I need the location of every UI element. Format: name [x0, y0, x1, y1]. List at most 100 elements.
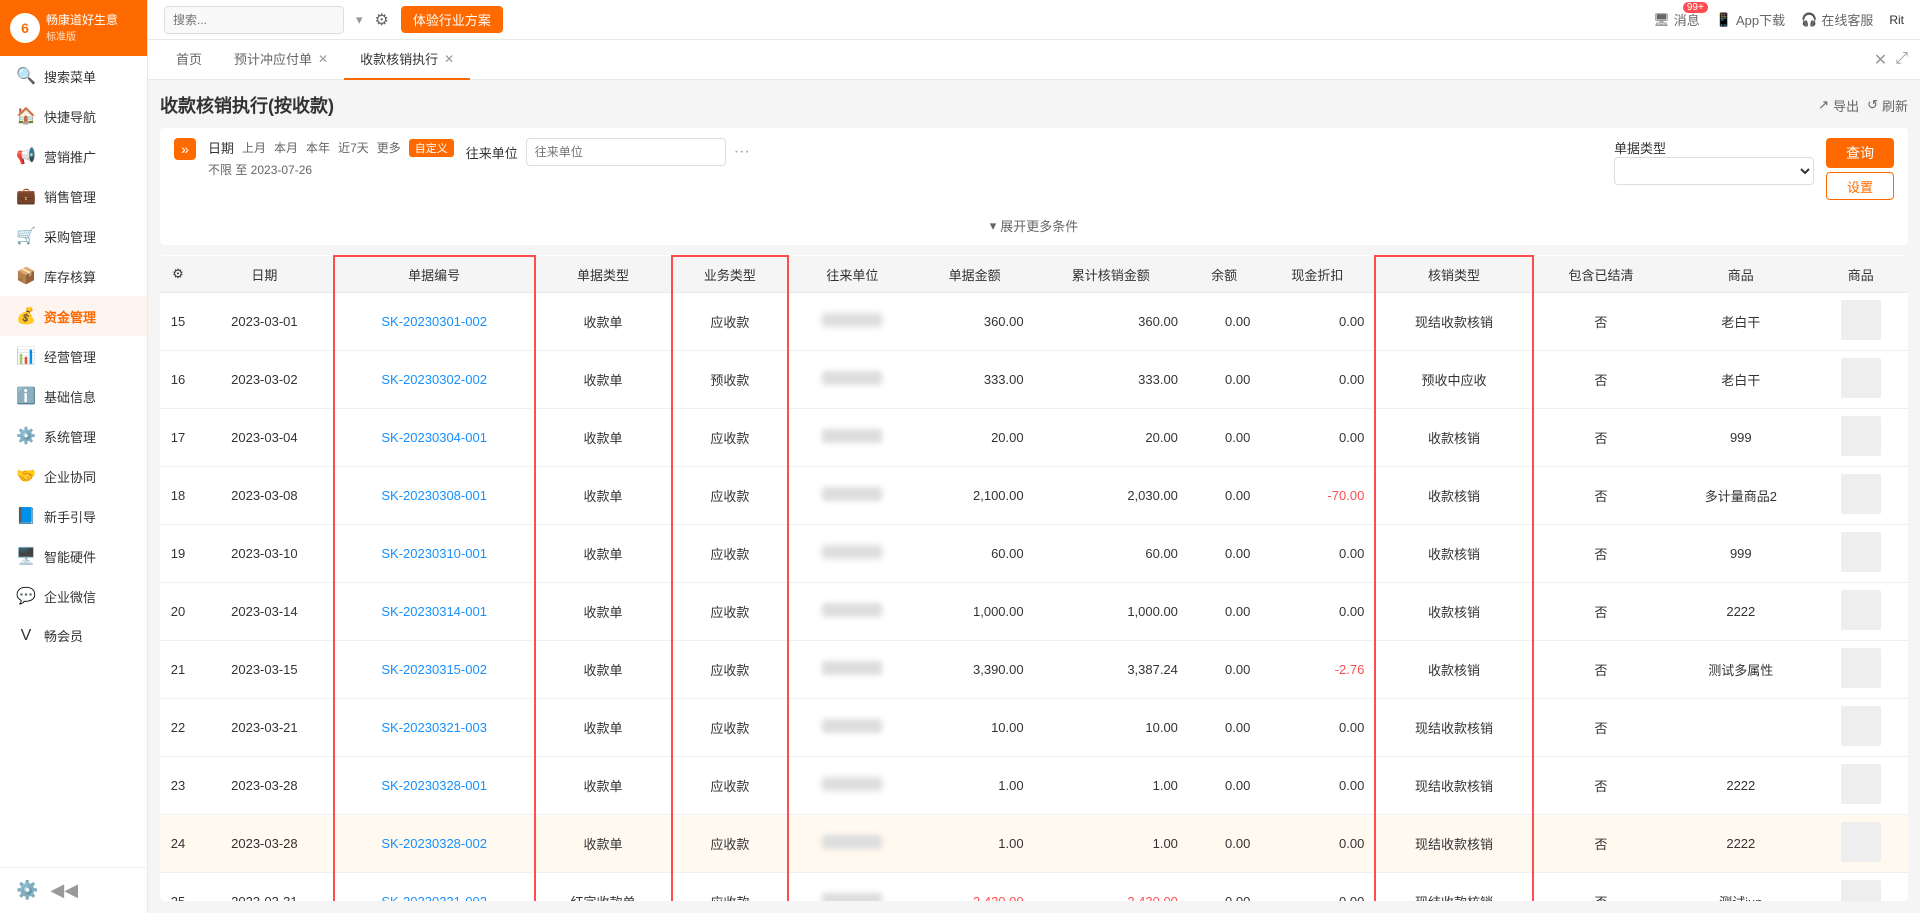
sidebar-item-7[interactable]: 📊经营管理 — [0, 336, 147, 376]
cell-has-settled: 否 — [1533, 757, 1668, 815]
filter-bar: » 日期 上月 本月 本年 近7天 更多 自定义 不限 至 2023-07-26… — [160, 128, 1908, 245]
cell-amount: 1.00 — [916, 815, 1034, 873]
refresh-icon: ↺ — [1867, 97, 1878, 113]
app-download-button[interactable]: 📱 App下载 — [1716, 10, 1785, 29]
cell-product1: 2222 — [1668, 815, 1813, 873]
phone-icon: 📱 — [1716, 12, 1732, 28]
export-icon: ↗ — [1818, 97, 1829, 113]
order-no-link[interactable]: SK-20230308-001 — [381, 488, 487, 503]
cell-seq: 19 — [160, 525, 196, 583]
window-close-icon[interactable]: ✕ — [1874, 50, 1887, 70]
cell-cash-discount: 0.00 — [1260, 409, 1375, 467]
sidebar-logo: 6 畅康道好生意 标准版 — [0, 0, 147, 56]
tab-prepay[interactable]: 预计冲应付单 ✕ — [218, 40, 344, 80]
sidebar-item-0[interactable]: 🔍搜索菜单 — [0, 56, 147, 96]
th-partner: 往来单位 — [788, 256, 916, 293]
cell-amount: 1.00 — [916, 757, 1034, 815]
order-no-link[interactable]: SK-20230328-001 — [381, 778, 487, 793]
sidebar-item-5[interactable]: 📦库存核算 — [0, 256, 147, 296]
topbar-search-input[interactable] — [164, 6, 344, 34]
sidebar-label-1: 快捷导航 — [44, 107, 96, 126]
filter-dots-icon[interactable]: ··· — [734, 143, 750, 161]
filter-query-button[interactable]: 查询 — [1826, 138, 1894, 168]
order-no-link[interactable]: SK-20230328-002 — [381, 836, 487, 851]
tab-cancel-close-icon[interactable]: ✕ — [444, 52, 454, 66]
topbar-chevron-icon[interactable]: ▾ — [356, 12, 363, 28]
th-cancel-type: 核销类型 — [1375, 256, 1532, 293]
online-service-button[interactable]: 🎧 在线客服 — [1801, 10, 1873, 29]
order-no-link[interactable]: SK-20230314-001 — [381, 604, 487, 619]
filter-doctype-group: 单据类型 — [1614, 138, 1814, 185]
filter-custom-button[interactable]: 自定义 — [409, 139, 454, 157]
order-no-link[interactable]: SK-20230321-003 — [381, 720, 487, 735]
refresh-button[interactable]: ↺ 刷新 — [1867, 96, 1908, 115]
order-no-link[interactable]: SK-20230304-001 — [381, 430, 487, 445]
cell-cancel-type: 收款核销 — [1375, 583, 1532, 641]
sidebar-icon-14: V — [16, 627, 36, 645]
sidebar-item-2[interactable]: 📢营销推广 — [0, 136, 147, 176]
sidebar-item-3[interactable]: 💼销售管理 — [0, 176, 147, 216]
table-row: 152023-03-01SK-20230301-002收款单应收款360.003… — [160, 293, 1908, 351]
sidebar-item-11[interactable]: 📘新手引导 — [0, 496, 147, 536]
cell-seq: 25 — [160, 873, 196, 902]
cell-seq: 21 — [160, 641, 196, 699]
filter-more[interactable]: 更多 — [377, 139, 401, 156]
filter-last-month[interactable]: 上月 — [242, 139, 266, 156]
sidebar-item-13[interactable]: 💬企业微信 — [0, 576, 147, 616]
sidebar-item-14[interactable]: V畅会员 — [0, 616, 147, 655]
order-no-link[interactable]: SK-20230315-002 — [381, 662, 487, 677]
cell-amount: 1,000.00 — [916, 583, 1034, 641]
filter-7days[interactable]: 近7天 — [338, 139, 369, 156]
sidebar-item-12[interactable]: 🖥️智能硬件 — [0, 536, 147, 576]
sidebar-item-8[interactable]: ℹ️基础信息 — [0, 376, 147, 416]
sidebar-item-6[interactable]: 💰资金管理 — [0, 296, 147, 336]
tab-cancel[interactable]: 收款核销执行 ✕ — [344, 40, 470, 80]
cell-balance: 0.00 — [1188, 815, 1260, 873]
messages-button[interactable]: 🖥 消息 99+ — [1653, 10, 1700, 29]
cell-biz-type: 应收款 — [672, 293, 789, 351]
order-no-link[interactable]: SK-20230302-002 — [381, 372, 487, 387]
cell-partner — [788, 873, 916, 902]
sidebar-label-4: 采购管理 — [44, 227, 96, 246]
tab-home[interactable]: 首页 — [160, 40, 218, 80]
sidebar-icon-10: 🤝 — [16, 466, 36, 486]
order-no-link[interactable]: SK-20230331-002 — [381, 894, 487, 901]
th-settings[interactable]: ⚙ — [160, 256, 196, 293]
tab-prepay-close-icon[interactable]: ✕ — [318, 52, 328, 66]
sidebar-item-4[interactable]: 🛒采购管理 — [0, 216, 147, 256]
sidebar-item-10[interactable]: 🤝企业协同 — [0, 456, 147, 496]
filter-doctype-select[interactable] — [1614, 157, 1814, 185]
order-no-link[interactable]: SK-20230310-001 — [381, 546, 487, 561]
topbar-gear-icon[interactable]: ⚙ — [375, 10, 389, 30]
sidebar-label-12: 智能硬件 — [44, 547, 96, 566]
sidebar-item-9[interactable]: ⚙️系统管理 — [0, 416, 147, 456]
filter-doctype-label: 单据类型 — [1614, 141, 1666, 156]
expand-more-label: 展开更多条件 — [1000, 216, 1078, 235]
collapse-icon[interactable]: ◀◀ — [50, 880, 78, 901]
cell-product2 — [1813, 757, 1908, 815]
cell-doc-type: 收款单 — [535, 409, 672, 467]
trial-button[interactable]: 体验行业方案 — [401, 6, 503, 33]
settings-icon[interactable]: ⚙️ — [16, 880, 38, 901]
data-table-wrap: ⚙ 日期 单据编号 单据类型 业务类型 往来单位 单据金额 累计核销金额 余额 … — [160, 255, 1908, 901]
sidebar-label-3: 销售管理 — [44, 187, 96, 206]
cell-order-no: SK-20230314-001 — [334, 583, 535, 641]
cell-cancel-amount: 1,000.00 — [1034, 583, 1188, 641]
window-expand-icon[interactable]: ⤢ — [1895, 50, 1908, 70]
filter-this-year[interactable]: 本年 — [306, 139, 330, 156]
export-button[interactable]: ↗ 导出 — [1818, 96, 1859, 115]
tabs-window-controls: ✕ ⤢ — [1874, 50, 1908, 70]
cell-doc-type: 收款单 — [535, 351, 672, 409]
th-cancel-amount: 累计核销金额 — [1034, 256, 1188, 293]
sidebar-item-1[interactable]: 🏠快捷导航 — [0, 96, 147, 136]
cell-order-no: SK-20230328-001 — [334, 757, 535, 815]
filter-setting-button[interactable]: 设置 — [1826, 172, 1894, 200]
filter-partner-input[interactable] — [526, 138, 726, 166]
cell-order-no: SK-20230315-002 — [334, 641, 535, 699]
filter-expand-button[interactable]: » — [174, 138, 196, 160]
cell-date: 2023-03-14 — [196, 583, 334, 641]
filter-expand-more[interactable]: ▾ 展开更多条件 — [990, 216, 1079, 235]
order-no-link[interactable]: SK-20230301-002 — [381, 314, 487, 329]
filter-this-month[interactable]: 本月 — [274, 139, 298, 156]
cell-date: 2023-03-04 — [196, 409, 334, 467]
